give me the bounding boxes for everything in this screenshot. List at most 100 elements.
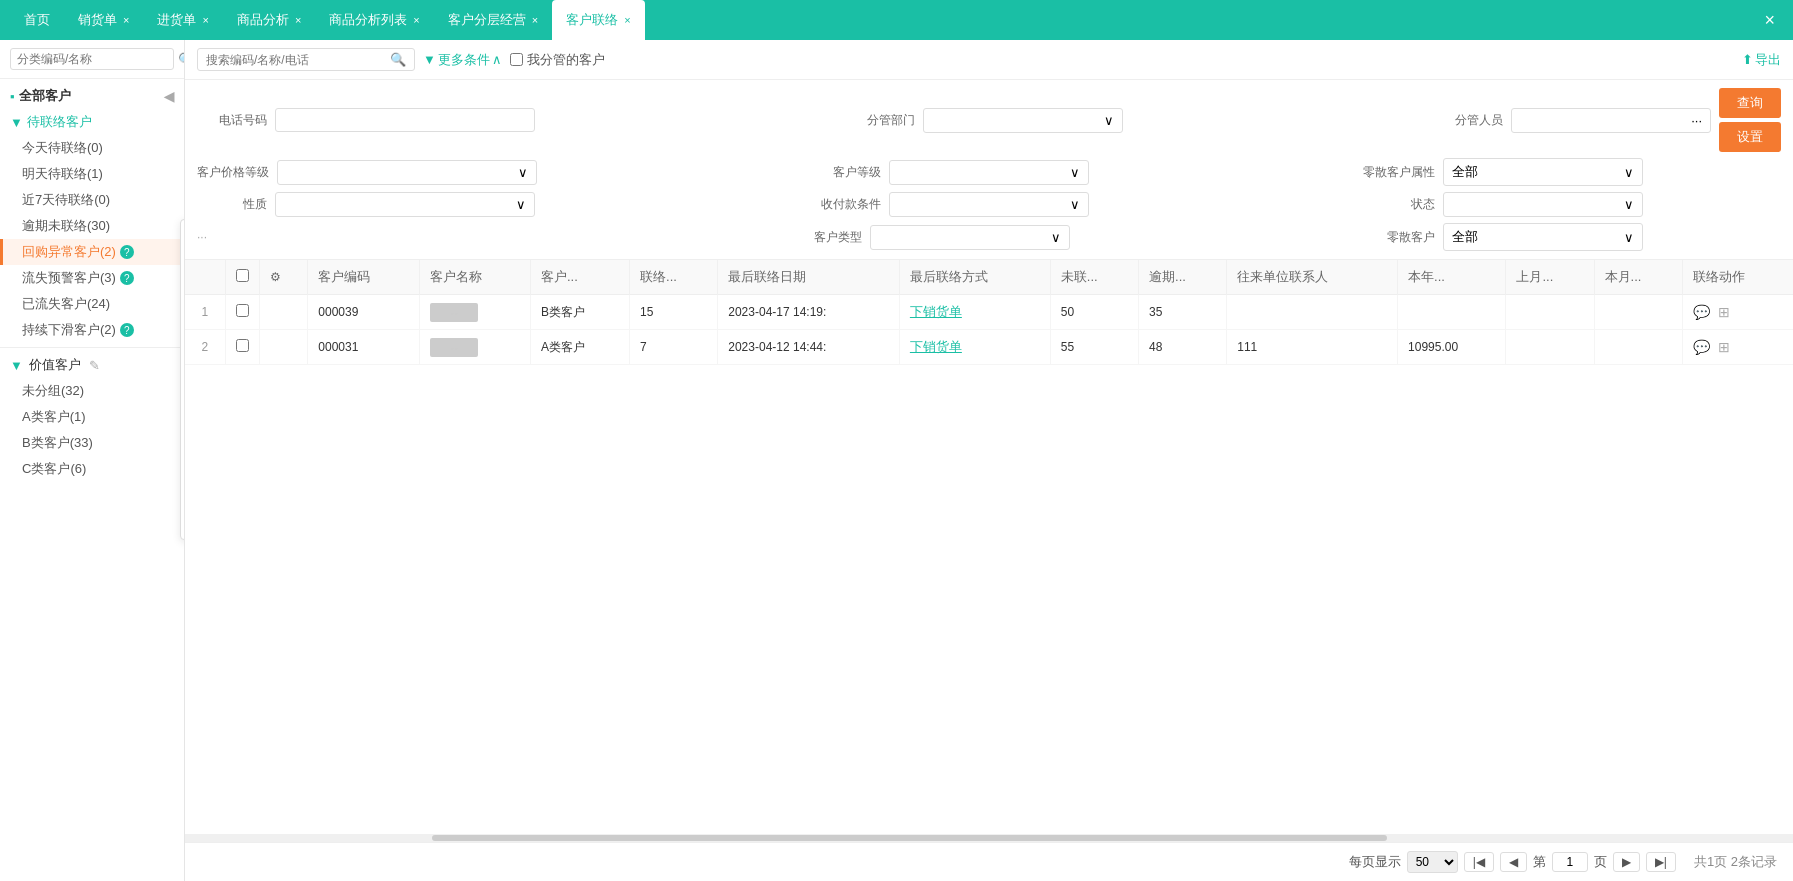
action-chat-icon[interactable]: 💬 bbox=[1693, 304, 1710, 320]
sidebar-item-overdue[interactable]: 逾期未联络(30) bbox=[0, 213, 184, 239]
page-number-input[interactable] bbox=[1552, 852, 1588, 872]
more-conditions-btn[interactable]: ▼ 更多条件 ∧ bbox=[423, 51, 502, 69]
retail-select[interactable]: 全部 ∨ bbox=[1443, 223, 1643, 251]
declining-help-icon[interactable]: ? bbox=[120, 323, 134, 337]
sidebar-item-declining[interactable]: 持续下滑客户(2) ? bbox=[0, 317, 184, 343]
col-last-date[interactable]: 最后联络日期 bbox=[718, 260, 900, 295]
col-this-year[interactable]: 本年... bbox=[1398, 260, 1506, 295]
price-level-select[interactable]: ∨ bbox=[277, 160, 537, 185]
col-settings[interactable]: ⚙ bbox=[259, 260, 308, 295]
cell-this-year: 10995.00 bbox=[1398, 330, 1506, 365]
sidebar-item-tomorrow[interactable]: 明天待联络(1) bbox=[0, 161, 184, 187]
col-last-method[interactable]: 最后联络方式 bbox=[899, 260, 1050, 295]
table-body: 1 000039 -- B类客户 15 2023-04-17 14:19: 下销… bbox=[185, 295, 1793, 365]
sidebar-item-7days[interactable]: 近7天待联络(0) bbox=[0, 187, 184, 213]
nav-tab-analysis-list[interactable]: 商品分析列表 × bbox=[315, 0, 433, 40]
app-close-button[interactable]: × bbox=[1756, 10, 1783, 31]
last-method-link[interactable]: 下销货单 bbox=[910, 339, 962, 354]
col-check bbox=[225, 260, 259, 295]
nav-tab-sales-close[interactable]: × bbox=[123, 14, 129, 26]
cell-check[interactable] bbox=[225, 295, 259, 330]
repurchase-help-icon[interactable]: ? bbox=[120, 245, 134, 259]
all-customers-title: ▪ 全部客户 ◀ bbox=[0, 79, 184, 109]
col-unit-contact[interactable]: 往来单位联系人 bbox=[1227, 260, 1398, 295]
edit-icon[interactable]: ✎ bbox=[89, 358, 100, 373]
pending-contact-group[interactable]: ▼ 待联络客户 bbox=[0, 109, 184, 135]
nav-tab-customer-contact-close[interactable]: × bbox=[624, 14, 630, 26]
col-code[interactable]: 客户编码 bbox=[308, 260, 419, 295]
sidebar-item-c-class[interactable]: C类客户(6) bbox=[0, 456, 184, 482]
last-page-btn[interactable]: ▶| bbox=[1646, 852, 1676, 872]
cell-last-date: 2023-04-17 14:19: bbox=[718, 295, 900, 330]
col-not-contact[interactable]: 未联... bbox=[1050, 260, 1138, 295]
retail-attr-select[interactable]: 全部 ∨ bbox=[1443, 158, 1643, 186]
sidebar-item-unclassified[interactable]: 未分组(32) bbox=[0, 378, 184, 404]
main-search-input[interactable] bbox=[206, 53, 386, 67]
main-search-icon[interactable]: 🔍 bbox=[390, 52, 406, 67]
col-overdue[interactable]: 逾期... bbox=[1139, 260, 1227, 295]
sidebar-search-input[interactable] bbox=[10, 48, 174, 70]
scrollbar-thumb[interactable] bbox=[432, 835, 1387, 841]
action-grid-icon[interactable]: ⊞ bbox=[1718, 339, 1730, 355]
sidebar-item-repurchase[interactable]: 回购异常客户(2) ? bbox=[0, 239, 184, 265]
sidebar-collapse-btn[interactable]: ◀ bbox=[164, 89, 174, 104]
customer-level-select[interactable]: ∨ bbox=[889, 160, 1089, 185]
payment-select[interactable]: ∨ bbox=[889, 192, 1089, 217]
prev-page-btn[interactable]: ◀ bbox=[1500, 852, 1527, 872]
first-page-btn[interactable]: |◀ bbox=[1464, 852, 1494, 872]
col-name[interactable]: 客户名称 bbox=[419, 260, 530, 295]
col-this-month[interactable]: 本月... bbox=[1594, 260, 1682, 295]
bottom-scrollbar[interactable] bbox=[185, 834, 1793, 842]
dept-select[interactable]: ∨ bbox=[923, 108, 1123, 133]
nav-tab-analysis-list-close[interactable]: × bbox=[413, 14, 419, 26]
nav-tab-home[interactable]: 首页 bbox=[10, 0, 64, 40]
sidebar-search-area: 🔍 bbox=[0, 40, 184, 79]
lost-warning-help-icon[interactable]: ? bbox=[120, 271, 134, 285]
last-method-link[interactable]: 下销货单 bbox=[910, 304, 962, 319]
gender-label: 性质 bbox=[197, 196, 267, 213]
sidebar-search-button[interactable]: 🔍 bbox=[178, 52, 185, 67]
cell-check[interactable] bbox=[225, 330, 259, 365]
manager-select[interactable]: ··· bbox=[1511, 108, 1711, 133]
query-button[interactable]: 查询 bbox=[1719, 88, 1781, 118]
col-last-month[interactable]: 上月... bbox=[1506, 260, 1594, 295]
value-customers-group[interactable]: ▼ 价值客户 ✎ bbox=[0, 352, 184, 378]
col-type[interactable]: 客户... bbox=[530, 260, 629, 295]
action-chat-icon[interactable]: 💬 bbox=[1693, 339, 1710, 355]
sidebar-item-lost-warning[interactable]: 流失预警客户(3) ? bbox=[0, 265, 184, 291]
repurchase-area: 回购异常客户(2) ? 距客户上次交易时长，超过了此客户的平均交易周期的1.5倍… bbox=[0, 239, 184, 265]
status-select[interactable]: ∨ bbox=[1443, 192, 1643, 217]
nav-tab-purchase-close[interactable]: × bbox=[202, 14, 208, 26]
customer-type-select[interactable]: ∨ bbox=[870, 225, 1070, 250]
table-row: 1 000039 -- B类客户 15 2023-04-17 14:19: 下销… bbox=[185, 295, 1793, 330]
chevron-up-icon: ∧ bbox=[492, 52, 502, 67]
select-all-checkbox[interactable] bbox=[236, 269, 249, 282]
phone-input[interactable] bbox=[275, 108, 535, 132]
sidebar-item-b-class[interactable]: B类客户(33) bbox=[0, 430, 184, 456]
nav-tab-customer-tier-close[interactable]: × bbox=[532, 14, 538, 26]
filter-actions: 查询 设置 bbox=[1719, 88, 1781, 152]
sidebar-item-a-class[interactable]: A类客户(1) bbox=[0, 404, 184, 430]
nav-tab-customer-tier[interactable]: 客户分层经营 × bbox=[434, 0, 552, 40]
export-button[interactable]: ⬆ 导出 bbox=[1742, 51, 1781, 69]
next-page-btn[interactable]: ▶ bbox=[1613, 852, 1640, 872]
cell-this-month bbox=[1594, 330, 1682, 365]
col-contact[interactable]: 联络... bbox=[630, 260, 718, 295]
cell-type: B类客户 bbox=[530, 295, 629, 330]
page-size-select[interactable]: 50 100 200 bbox=[1407, 851, 1458, 873]
nav-tab-customer-contact[interactable]: 客户联络 × bbox=[552, 0, 644, 40]
nav-tab-analysis[interactable]: 商品分析 × bbox=[223, 0, 315, 40]
filter-bar: 🔍 ▼ 更多条件 ∧ 我分管的客户 ⬆ 导出 bbox=[185, 40, 1793, 80]
nav-tab-analysis-close[interactable]: × bbox=[295, 14, 301, 26]
my-customers-check[interactable] bbox=[510, 53, 523, 66]
gender-select[interactable]: ∨ bbox=[275, 192, 535, 217]
reset-button[interactable]: 设置 bbox=[1719, 122, 1781, 152]
my-customers-checkbox[interactable]: 我分管的客户 bbox=[510, 51, 605, 69]
nav-tab-sales[interactable]: 销货单 × bbox=[64, 0, 143, 40]
sidebar-item-today[interactable]: 今天待联络(0) bbox=[0, 135, 184, 161]
nav-tab-purchase[interactable]: 进货单 × bbox=[143, 0, 222, 40]
row-checkbox[interactable] bbox=[236, 339, 249, 352]
row-checkbox[interactable] bbox=[236, 304, 249, 317]
action-grid-icon[interactable]: ⊞ bbox=[1718, 304, 1730, 320]
sidebar-item-already-lost[interactable]: 已流失客户(24) bbox=[0, 291, 184, 317]
